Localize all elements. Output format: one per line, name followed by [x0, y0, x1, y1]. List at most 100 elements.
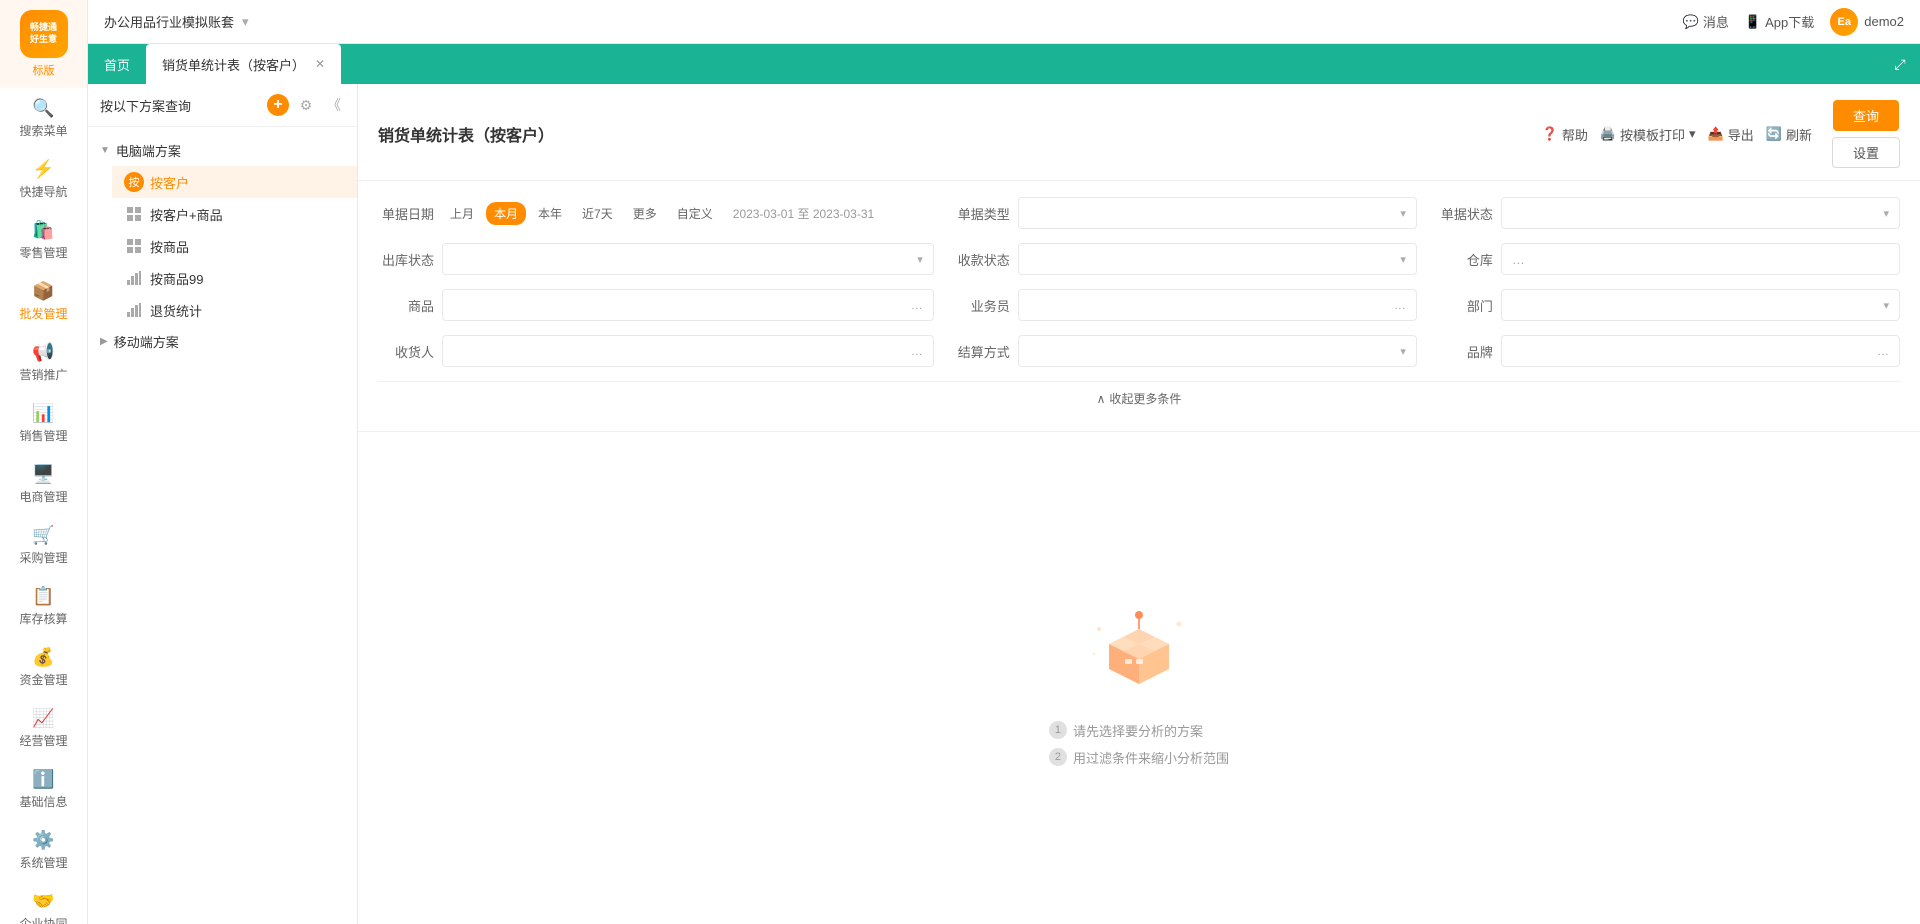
scheme-add-btn[interactable]: +: [267, 94, 289, 116]
sidebar-item-collab[interactable]: 🤝 企业协同: [0, 881, 87, 924]
collapse-btn[interactable]: ∧ 收起更多条件: [1097, 382, 1182, 415]
export-btn[interactable]: 📤 导出: [1708, 125, 1754, 144]
tab-sales-stat[interactable]: 销货单统计表（按客户） ✕: [146, 44, 341, 84]
header-right: 💬 消息 📱 App下载 Ea demo2: [1683, 8, 1904, 36]
logo-icon: 畅捷通好生意: [20, 10, 68, 58]
app-download-btn[interactable]: 📱 App下载: [1745, 12, 1814, 31]
sidebar-item-quick[interactable]: ⚡ 快捷导航: [0, 149, 87, 210]
sidebar-item-basic[interactable]: ℹ️ 基础信息: [0, 759, 87, 820]
tree-arrow-desktop: ▼: [100, 145, 110, 156]
dept-filter: 部门 ▾: [1437, 289, 1900, 321]
warehouse-filter: 仓库 …: [1437, 243, 1900, 275]
sidebar-item-marketing[interactable]: 📢 营销推广: [0, 332, 87, 393]
tip-num-2: 2: [1049, 748, 1067, 766]
collapse-icon: ∧: [1097, 392, 1106, 406]
date-tab-more[interactable]: 更多: [625, 202, 665, 225]
search-icon: 🔍: [32, 98, 54, 119]
date-tab-custom[interactable]: 自定义: [669, 202, 721, 225]
recipient-filter: 收货人 …: [378, 335, 934, 367]
sidebar-item-system[interactable]: ⚙️ 系统管理: [0, 820, 87, 881]
dept-input[interactable]: ▾: [1501, 289, 1900, 321]
out-status-label: 出库状态: [378, 250, 434, 269]
refresh-btn[interactable]: 🔄 刷新: [1766, 125, 1812, 144]
order-type-dropdown: ▾: [1400, 207, 1406, 220]
app-title: 办公用品行业模拟账套: [104, 12, 234, 31]
tree-item-by-customer[interactable]: 按 按客户: [112, 166, 357, 198]
date-tab-7days[interactable]: 近7天: [574, 202, 621, 225]
sidebar-item-stock[interactable]: 📋 库存核算: [0, 576, 87, 637]
settle-input[interactable]: ▾: [1018, 335, 1417, 367]
collect-status-dropdown: ▾: [1400, 253, 1406, 266]
logo: 畅捷通好生意 标版: [0, 0, 87, 88]
tab-close-icon[interactable]: ✕: [315, 57, 325, 71]
tab-expand-btn[interactable]: ⤢: [1880, 44, 1920, 84]
order-status-filter: 单据状态 ▾: [1437, 197, 1900, 229]
tab-bar: 首页 销货单统计表（按客户） ✕ ⤢: [88, 44, 1920, 84]
empty-area: 1 请先选择要分析的方案 2 用过滤条件来缩小分析范围: [358, 432, 1920, 924]
avatar: Ea: [1830, 8, 1858, 36]
sidebar-item-sales[interactable]: 📊 销售管理: [0, 393, 87, 454]
collect-status-input[interactable]: ▾: [1018, 243, 1417, 275]
sidebar-item-search[interactable]: 🔍 搜索菜单: [0, 88, 87, 149]
scheme-collapse-btn[interactable]: 《: [323, 94, 345, 116]
warehouse-input[interactable]: …: [1501, 243, 1900, 275]
tree-item-by-customer-goods[interactable]: 按客户+商品: [112, 198, 357, 230]
warehouse-label: 仓库: [1437, 250, 1493, 269]
refresh-icon: 🔄: [1766, 126, 1782, 142]
tab-home[interactable]: 首页: [88, 44, 146, 84]
header-left: 办公用品行业模拟账套 ▾: [104, 12, 249, 31]
out-status-dropdown: ▾: [917, 253, 923, 266]
system-icon: ⚙️: [32, 830, 54, 851]
sidebar-item-ecommerce[interactable]: 🖥️ 电商管理: [0, 454, 87, 515]
query-button[interactable]: 查询: [1833, 100, 1899, 131]
salesman-input[interactable]: …: [1018, 289, 1417, 321]
expand-icon: ⤢: [1894, 56, 1905, 73]
set-button[interactable]: 设置: [1832, 137, 1900, 168]
tree-group-desktop-header[interactable]: ▼ 电脑端方案: [88, 135, 357, 166]
content-area: 按以下方案查询 + ⚙ 《 ▼ 电脑端方案 按: [88, 84, 1920, 924]
out-status-input[interactable]: ▾: [442, 243, 934, 275]
tree-item-by-goods-99[interactable]: 按商品99: [112, 262, 357, 294]
sidebar-item-operation[interactable]: 📈 经营管理: [0, 698, 87, 759]
scheme-settings-btn[interactable]: ⚙: [295, 94, 317, 116]
goods-label: 商品: [378, 296, 434, 315]
print-dropdown-icon: ▾: [1689, 126, 1696, 142]
date-tab-this-year[interactable]: 本年: [530, 202, 570, 225]
sidebar-item-finance[interactable]: 💰 资金管理: [0, 637, 87, 698]
sidebar-item-purchase[interactable]: 🛒 采购管理: [0, 515, 87, 576]
date-tab-this-month[interactable]: 本月: [486, 202, 526, 225]
tree-item-icon-return: [124, 300, 144, 320]
tree-items-desktop: 按 按客户 按客户+商品: [88, 166, 357, 326]
date-tabs: 上月 本月 本年 近7天 更多 自定义 2023-03-01 至 2023-03…: [442, 202, 874, 225]
order-type-input[interactable]: ▾: [1018, 197, 1417, 229]
user-menu[interactable]: Ea demo2: [1830, 8, 1904, 36]
tree-item-icon-goods: [124, 236, 144, 256]
tree-item-by-goods[interactable]: 按商品: [112, 230, 357, 262]
tree-item-return-stat[interactable]: 退货统计: [112, 294, 357, 326]
message-btn[interactable]: 💬 消息: [1683, 12, 1729, 31]
filter-area: 单据日期 上月 本月 本年 近7天 更多 自定义 2023-03-01 至 20…: [358, 181, 1920, 432]
quick-icon: ⚡: [32, 159, 54, 180]
date-tab-last-month[interactable]: 上月: [442, 202, 482, 225]
sidebar-menu: 🔍 搜索菜单 ⚡ 快捷导航 🛍️ 零售管理 📦 批发管理 📢 营销推广 📊 销售…: [0, 88, 87, 924]
tree-item-icon-goods-99: [124, 268, 144, 288]
help-btn[interactable]: ❓ 帮助: [1542, 125, 1588, 144]
recipient-input[interactable]: …: [442, 335, 934, 367]
sidebar-item-wholesale[interactable]: 📦 批发管理: [0, 271, 87, 332]
page-actions: ❓ 帮助 🖨️ 按模板打印 ▾ 📤 导出 🔄 刷新: [1542, 100, 1900, 168]
sidebar-item-retail[interactable]: 🛍️ 零售管理: [0, 210, 87, 271]
collect-status-label: 收款状态: [954, 250, 1010, 269]
filter-row-2: 出库状态 ▾ 收款状态 ▾: [378, 243, 1900, 275]
collab-icon: 🤝: [32, 891, 54, 912]
scheme-header: 按以下方案查询 + ⚙ 《: [88, 84, 357, 127]
order-status-label: 单据状态: [1437, 204, 1493, 223]
dropdown-icon[interactable]: ▾: [242, 14, 249, 30]
order-status-input[interactable]: ▾: [1501, 197, 1900, 229]
scheme-tree: ▼ 电脑端方案 按 按客户 按客户+商品: [88, 127, 357, 924]
dept-label: 部门: [1437, 296, 1493, 315]
template-print-btn[interactable]: 🖨️ 按模板打印 ▾: [1600, 125, 1696, 144]
goods-input[interactable]: …: [442, 289, 934, 321]
tree-group-mobile-header[interactable]: ▶ 移动端方案: [88, 326, 357, 357]
filter-row-1: 单据日期 上月 本月 本年 近7天 更多 自定义 2023-03-01 至 20…: [378, 197, 1900, 229]
brand-input[interactable]: …: [1501, 335, 1900, 367]
